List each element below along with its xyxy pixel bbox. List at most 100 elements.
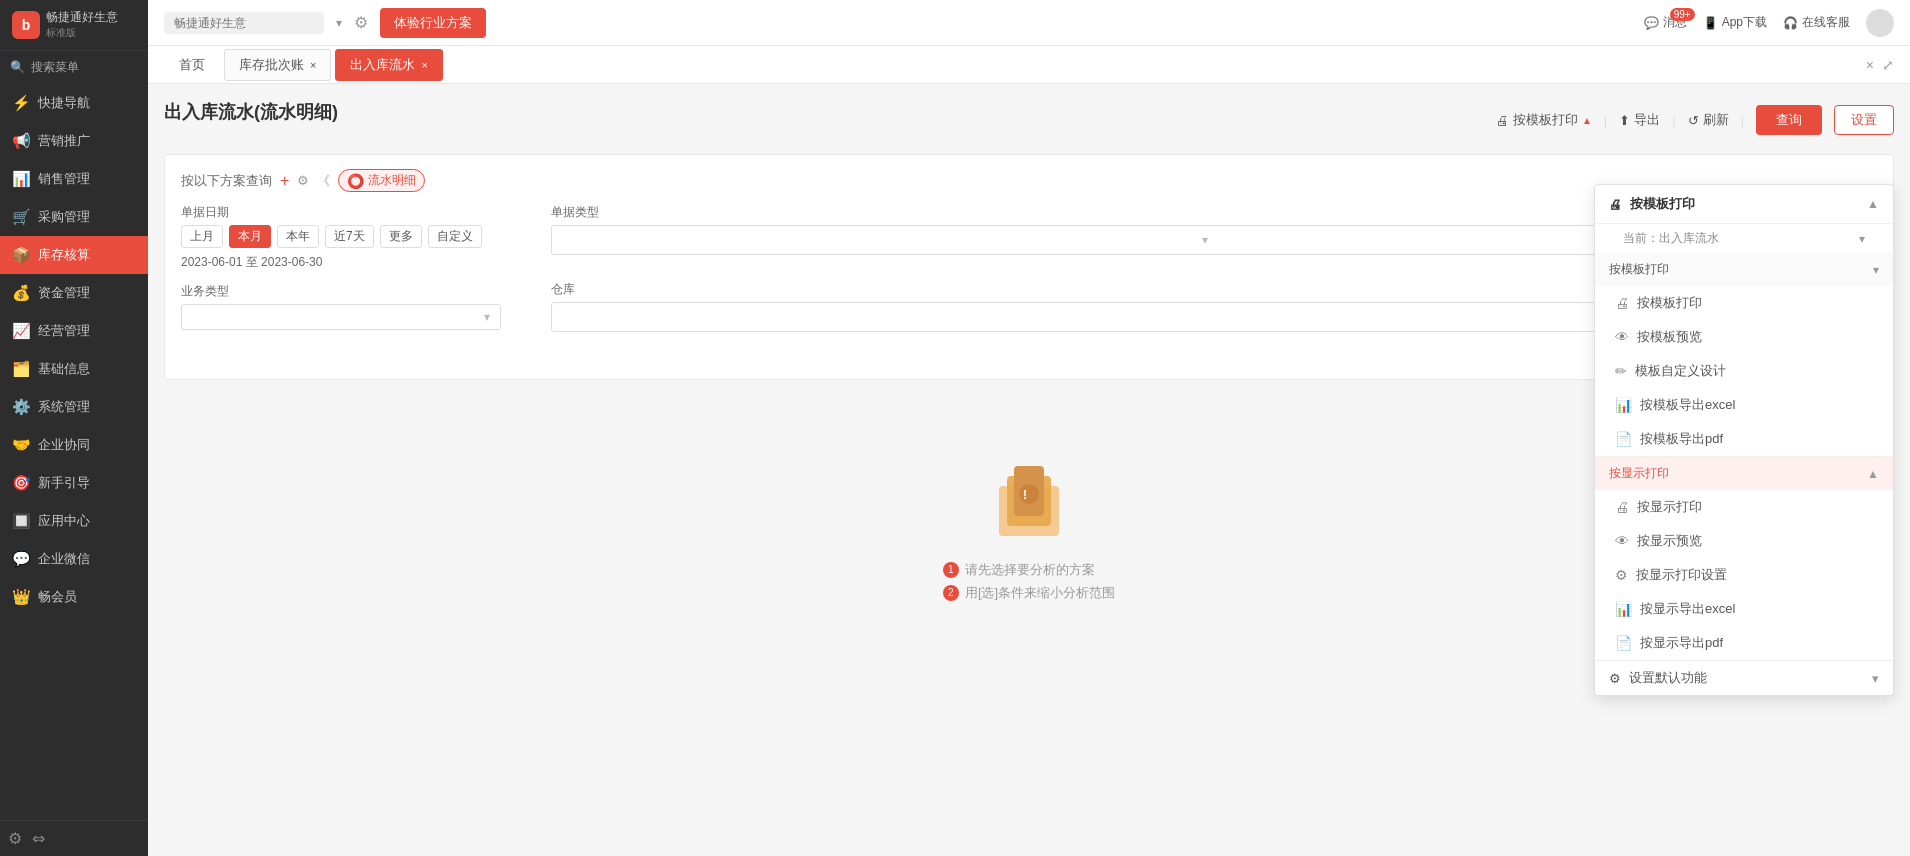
biz-type-field-label: 业务类型	[181, 283, 531, 300]
filter-add-btn[interactable]: +	[280, 172, 289, 190]
print-dropdown-arrow-icon[interactable]: ▲	[1582, 115, 1592, 126]
sidebar-item-collab[interactable]: 🤝 企业协同	[0, 426, 148, 464]
display-export-excel-item[interactable]: 📊 按显示导出excel	[1595, 592, 1893, 626]
display-print-icon: 🖨	[1615, 499, 1629, 515]
biz-type-dropdown[interactable]: ▾	[181, 304, 501, 330]
sidebar-item-member[interactable]: 👑 畅会员	[0, 578, 148, 616]
refresh-btn[interactable]: ↺ 刷新	[1688, 111, 1729, 129]
tab-inventory-batch[interactable]: 库存批次账 ×	[224, 49, 331, 81]
app-download-icon: 📱	[1703, 16, 1718, 30]
print-dropdown-footer[interactable]: ⚙ 设置默认功能 ▾	[1595, 661, 1893, 695]
print-current-template[interactable]: 当前：出入库流水 ▾	[1595, 224, 1893, 253]
display-print-settings-label: 按显示打印设置	[1636, 566, 1727, 584]
sidebar-item-wechat[interactable]: 💬 企业微信	[0, 540, 148, 578]
sidebar-item-sales[interactable]: 📊 销售管理	[0, 160, 148, 198]
collapse-sidebar-icon[interactable]: ⇔	[32, 829, 45, 848]
trial-btn[interactable]: 体验行业方案	[380, 8, 486, 38]
display-preview-label: 按显示预览	[1637, 532, 1702, 550]
filter-tag-label: 流水明细	[368, 172, 416, 189]
page-title: 出入库流水(流水明细)	[164, 100, 338, 124]
online-service-btn[interactable]: 🎧 在线客服	[1783, 14, 1850, 31]
search-input[interactable]	[164, 12, 324, 34]
print-dropdown-header-left: 🖨 按模板打印	[1609, 195, 1695, 213]
query-btn[interactable]: 查询	[1756, 105, 1822, 135]
sidebar-item-system[interactable]: ⚙️ 系统管理	[0, 388, 148, 426]
filter-tag[interactable]: ⭕ 流水明细	[338, 169, 425, 192]
sidebar-item-marketing[interactable]: 📢 营销推广	[0, 122, 148, 160]
window-maximize-btn[interactable]: ⤢	[1882, 57, 1894, 73]
tab-stock-flow[interactable]: 出入库流水 ×	[335, 49, 442, 81]
empty-tip-2: 2 用[选]条件来缩小分析范围	[943, 581, 1115, 604]
template-export-pdf-item[interactable]: 📄 按模板导出pdf	[1595, 422, 1893, 456]
template-export-excel-item[interactable]: 📊 按模板导出excel	[1595, 388, 1893, 422]
date-range: 2023-06-01 至 2023-06-30	[181, 254, 531, 271]
sidebar-item-finance[interactable]: 💰 资金管理	[0, 274, 148, 312]
search-icon: 🔍	[10, 60, 25, 74]
date-btn-7days[interactable]: 近7天	[325, 225, 374, 248]
display-print-settings-item[interactable]: ⚙ 按显示打印设置	[1595, 558, 1893, 592]
window-close-btn[interactable]: ×	[1866, 57, 1874, 73]
filter-gear-icon[interactable]: ⚙	[297, 173, 309, 188]
date-btn-last-month[interactable]: 上月	[181, 225, 223, 248]
tab-stock-flow-close[interactable]: ×	[421, 59, 427, 71]
main-area: ▾ ⚙ 体验行业方案 💬 消息 99+ 📱 App下载 🎧 在线客服 首页	[148, 0, 1910, 856]
tab-inventory-batch-close[interactable]: ×	[310, 59, 316, 71]
empty-tip-2-text: 用[选]条件来缩小分析范围	[965, 581, 1115, 604]
svg-point-3	[1019, 484, 1039, 504]
template-print-item-label: 按模板打印	[1637, 294, 1702, 312]
date-btn-this-month[interactable]: 本月	[229, 225, 271, 248]
display-export-pdf-icon: 📄	[1615, 635, 1632, 651]
empty-icon: !	[979, 456, 1079, 546]
app-download-btn[interactable]: 📱 App下载	[1703, 14, 1767, 31]
export-btn[interactable]: ⬆ 导出	[1619, 111, 1660, 129]
display-section-label: 按显示打印	[1609, 465, 1669, 482]
message-btn[interactable]: 💬 消息 99+	[1644, 14, 1687, 31]
display-print-section-header[interactable]: 按显示打印 ▲	[1595, 457, 1893, 490]
settings-btn[interactable]: 设置	[1834, 105, 1894, 135]
date-btn-more[interactable]: 更多	[380, 225, 422, 248]
display-export-pdf-item[interactable]: 📄 按显示导出pdf	[1595, 626, 1893, 660]
display-print-item[interactable]: 🖨 按显示打印	[1595, 490, 1893, 524]
template-custom-item[interactable]: ✏ 模板自定义设计	[1595, 354, 1893, 388]
sidebar-item-label: 经营管理	[38, 322, 90, 340]
template-print-section: 按模板打印 ▾ 🖨 按模板打印 👁 按模板预览 ✏ 模板自定义设计 📊	[1595, 253, 1893, 457]
date-btn-custom[interactable]: 自定义	[428, 225, 482, 248]
tab-stock-flow-label: 出入库流水	[350, 56, 415, 74]
empty-tip-1-text: 请先选择要分析的方案	[965, 558, 1095, 581]
date-buttons: 上月 本月 本年 近7天 更多 自定义	[181, 225, 531, 248]
page-content: 出入库流水(流水明细) 🖨 按模板打印 ▲ | ⬆ 导出 | ↺	[148, 84, 1910, 856]
template-print-item[interactable]: 🖨 按模板打印	[1595, 286, 1893, 320]
filter-collapse-icon[interactable]: 《	[317, 172, 330, 190]
sales-icon: 📊	[12, 170, 30, 188]
sidebar-item-quick-nav[interactable]: ⚡ 快捷导航	[0, 84, 148, 122]
sidebar-item-label: 营销推广	[38, 132, 90, 150]
template-export-pdf-icon: 📄	[1615, 431, 1632, 447]
sidebar-item-basic[interactable]: 🗂️ 基础信息	[0, 350, 148, 388]
sidebar-item-label: 快捷导航	[38, 94, 90, 112]
print-btn[interactable]: 🖨 按模板打印 ▲	[1496, 111, 1592, 129]
template-preview-item[interactable]: 👁 按模板预览	[1595, 320, 1893, 354]
user-avatar[interactable]	[1866, 9, 1894, 37]
empty-tips: 1 请先选择要分析的方案 2 用[选]条件来缩小分析范围	[943, 558, 1115, 605]
settings-bottom-icon[interactable]: ⚙	[8, 829, 22, 848]
print-dropdown-header[interactable]: 🖨 按模板打印 ▲	[1595, 185, 1893, 224]
dropdown-chevron-icon[interactable]: ▾	[336, 16, 342, 30]
display-preview-item[interactable]: 👁 按显示预览	[1595, 524, 1893, 558]
topbar-gear-icon[interactable]: ⚙	[354, 13, 368, 32]
sidebar-item-purchase[interactable]: 🛒 采购管理	[0, 198, 148, 236]
sidebar-search[interactable]: 🔍 搜索菜单	[0, 51, 148, 84]
sidebar-item-newbie[interactable]: 🎯 新手引导	[0, 464, 148, 502]
sidebar-item-label: 采购管理	[38, 208, 90, 226]
template-section-arrow: ▾	[1873, 263, 1879, 277]
sidebar-item-app-center[interactable]: 🔲 应用中心	[0, 502, 148, 540]
tab-home[interactable]: 首页	[164, 49, 220, 81]
sidebar-item-operation[interactable]: 📈 经营管理	[0, 312, 148, 350]
print-dropdown-title: 按模板打印	[1630, 195, 1695, 213]
tabs-bar: 首页 库存批次账 × 出入库流水 × × ⤢	[148, 46, 1910, 84]
operation-icon: 📈	[12, 322, 30, 340]
template-custom-icon: ✏	[1615, 363, 1627, 379]
top-actions-right: 🖨 按模板打印 ▲ | ⬆ 导出 | ↺ 刷新 | 查询	[1496, 105, 1894, 135]
date-btn-this-year[interactable]: 本年	[277, 225, 319, 248]
sidebar-item-inventory[interactable]: 📦 库存核算	[0, 236, 148, 274]
template-print-section-header[interactable]: 按模板打印 ▾	[1595, 253, 1893, 286]
